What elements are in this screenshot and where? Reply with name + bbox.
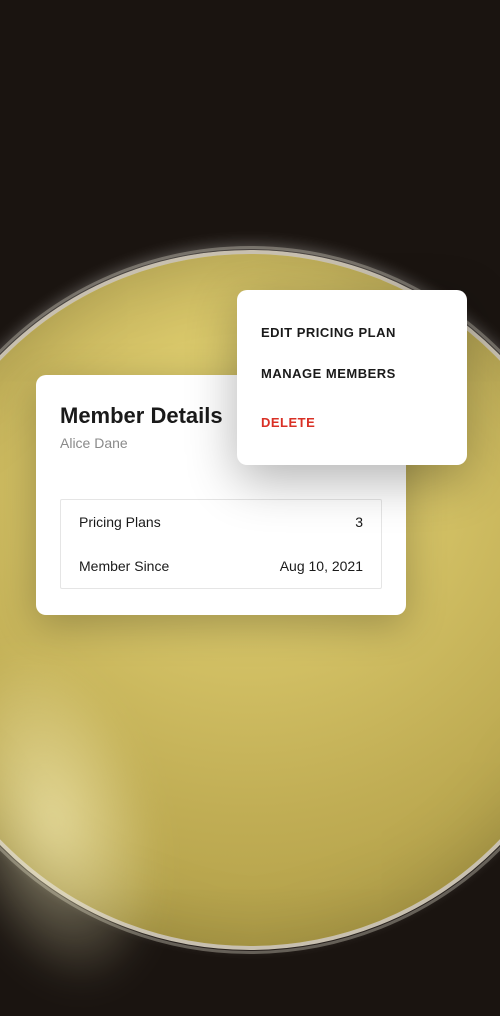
member-since-label: Member Since xyxy=(79,558,169,574)
context-menu: EDIT PRICING PLAN MANAGE MEMBERS DELETE xyxy=(237,290,467,465)
delete-button[interactable]: DELETE xyxy=(237,402,467,443)
details-table: Pricing Plans 3 Member Since Aug 10, 202… xyxy=(60,499,382,589)
pricing-plans-label: Pricing Plans xyxy=(79,514,161,530)
member-since-value: Aug 10, 2021 xyxy=(280,558,363,574)
pricing-plans-value: 3 xyxy=(355,514,363,530)
manage-members-button[interactable]: MANAGE MEMBERS xyxy=(237,353,467,394)
edit-pricing-plan-button[interactable]: EDIT PRICING PLAN xyxy=(237,312,467,353)
table-row: Member Since Aug 10, 2021 xyxy=(61,544,381,588)
table-row: Pricing Plans 3 xyxy=(61,500,381,544)
background-highlight xyxy=(0,626,196,1016)
